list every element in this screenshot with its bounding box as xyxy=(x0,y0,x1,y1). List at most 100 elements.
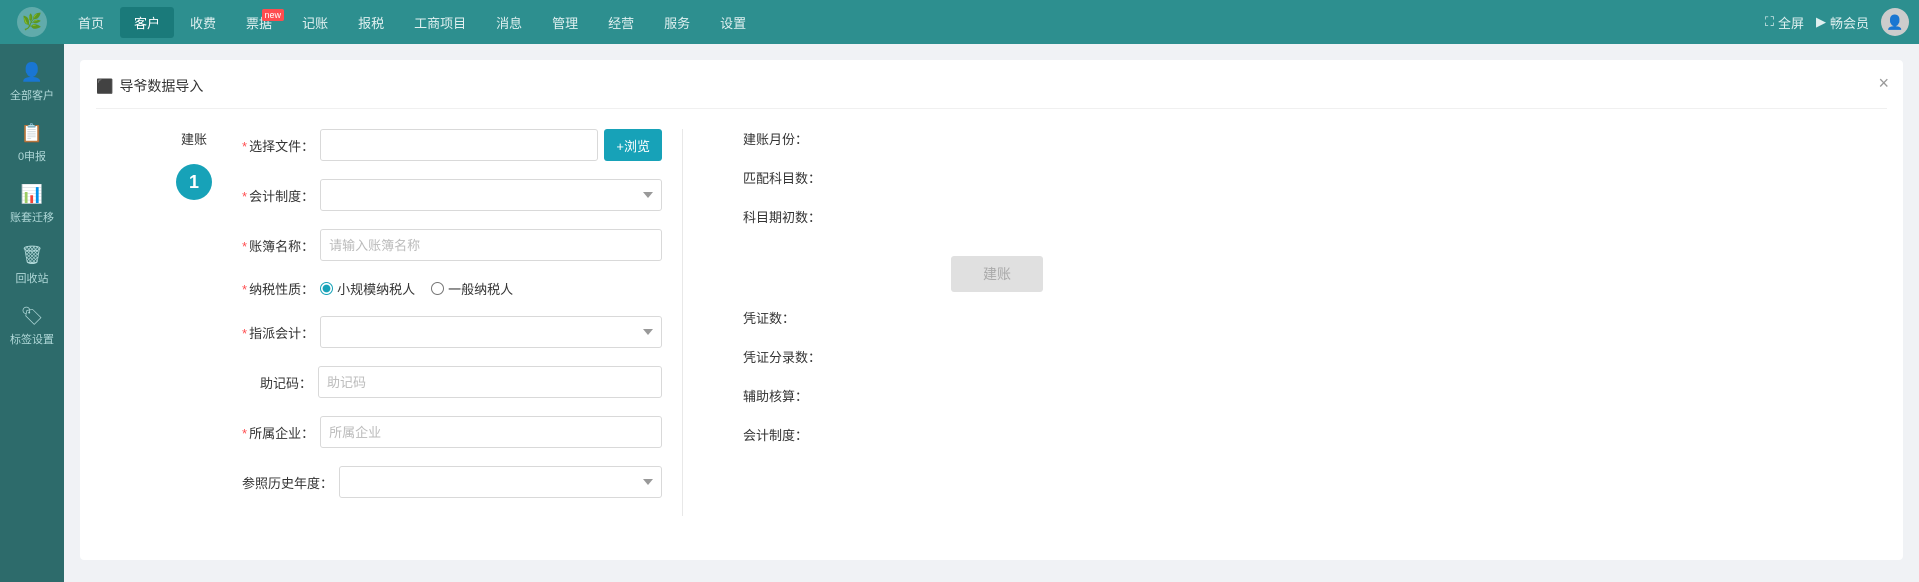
radio-small-input[interactable] xyxy=(320,282,333,295)
memo-code-input[interactable] xyxy=(318,366,662,398)
form-step: 建账 1 xyxy=(96,129,242,516)
match-subjects-label: 匹配科目数： xyxy=(743,168,823,187)
top-nav: 🌿 首页 客户 收费 票据 new 记账 报税 工商项目 消息 管理 经营 服务… xyxy=(0,0,1919,44)
voucher-records-label: 凭证分录数： xyxy=(743,347,823,366)
nav-bookkeeping[interactable]: 记账 xyxy=(288,7,342,38)
fullscreen-button[interactable]: ⛶ 全屏 xyxy=(1765,13,1804,32)
radio-general-taxpayer[interactable]: 一般纳税人 xyxy=(431,279,513,298)
app-logo: 🌿 xyxy=(10,0,54,44)
nav-ticket[interactable]: 票据 new xyxy=(232,7,286,38)
tax-type-radio-group: 小规模纳税人 一般纳税人 xyxy=(320,279,513,298)
aux-calc-row: 辅助核算： xyxy=(743,386,1103,405)
main-layout: 👤 全部客户 📋 0申报 📊 账套迁移 🗑 回收站 🏷 标签设置 ⬛ 导爷数据导… xyxy=(0,44,1919,582)
tax-type-row: *纳税性质： 小规模纳税人 一般纳税人 xyxy=(242,279,662,298)
nav-right: ⛶ 全屏 ▶ 畅会员 👤 xyxy=(1765,8,1909,36)
fullscreen-label: 全屏 xyxy=(1778,13,1804,32)
main-content: ⬛ 导爷数据导入 × 建账 1 *选择文件： xyxy=(64,44,1919,582)
member-button[interactable]: ▶ 畅会员 xyxy=(1816,13,1869,32)
account-system-label: 会计制度： xyxy=(743,425,823,444)
nav-settings[interactable]: 设置 xyxy=(706,7,760,38)
nav-tax[interactable]: 报税 xyxy=(344,7,398,38)
accountant-row: *指派会计： xyxy=(242,316,662,348)
nav-customer[interactable]: 客户 xyxy=(120,7,174,38)
ledger-name-row: *账簿名称： xyxy=(242,229,662,261)
sidebar: 👤 全部客户 📋 0申报 📊 账套迁移 🗑 回收站 🏷 标签设置 xyxy=(0,44,64,582)
match-subjects-row: 匹配科目数： xyxy=(743,168,1103,187)
form-right: 建账月份： 匹配科目数： 科目期初数： 建账 凭证数： 凭证 xyxy=(703,129,1103,516)
company-label: *所属企业： xyxy=(242,423,314,442)
sidebar-label-tags: 标签设置 xyxy=(10,331,54,347)
build-month-label: 建账月份： xyxy=(743,129,823,148)
voucher-count-label: 凭证数： xyxy=(743,308,823,327)
logo-icon: 🌿 xyxy=(17,7,47,37)
sidebar-label-recycle: 回收站 xyxy=(16,270,49,286)
nav-home[interactable]: 首页 xyxy=(64,7,118,38)
accounting-system-row: *会计制度： xyxy=(242,179,662,211)
member-label: 畅会员 xyxy=(1830,13,1869,32)
nav-charge[interactable]: 收费 xyxy=(176,7,230,38)
nav-manage[interactable]: 管理 xyxy=(538,7,592,38)
sidebar-item-declare[interactable]: 📋 0申报 xyxy=(2,115,62,172)
memo-code-row: 助记码： xyxy=(242,366,662,398)
init-balance-row: 科目期初数： xyxy=(743,207,1103,226)
nav-service[interactable]: 服务 xyxy=(650,7,704,38)
voucher-count-row: 凭证数： xyxy=(743,308,1103,327)
ledger-name-label: *账簿名称： xyxy=(242,236,314,255)
panel-title-icon: ⬛ xyxy=(96,78,113,95)
panel-title-text: 导爷数据导入 xyxy=(119,76,203,96)
accountant-label: *指派会计： xyxy=(242,323,314,342)
account-system-row: 会计制度： xyxy=(743,425,1103,444)
fullscreen-icon: ⛶ xyxy=(1765,14,1774,30)
step-label: 建账 xyxy=(181,129,207,148)
sidebar-item-all-clients[interactable]: 👤 全部客户 xyxy=(2,54,62,111)
sidebar-label-declare: 0申报 xyxy=(18,148,46,164)
select-file-row: *选择文件： +浏览 xyxy=(242,129,662,161)
accounting-system-label: *会计制度： xyxy=(242,186,314,205)
browse-button[interactable]: +浏览 xyxy=(604,129,662,161)
new-badge: new xyxy=(262,9,285,22)
sidebar-item-tags[interactable]: 🏷 标签设置 xyxy=(2,298,62,355)
file-text-input[interactable] xyxy=(320,129,598,161)
migrate-icon: 📊 xyxy=(21,184,43,205)
radio-general-label: 一般纳税人 xyxy=(448,279,513,298)
member-icon: ▶ xyxy=(1816,14,1826,30)
form-area: 建账 1 *选择文件： +浏览 xyxy=(96,129,1887,516)
panel-title: ⬛ 导爷数据导入 xyxy=(96,76,1887,109)
select-file-label: *选择文件： xyxy=(242,136,314,155)
nav-business[interactable]: 工商项目 xyxy=(400,7,480,38)
sidebar-item-recycle[interactable]: 🗑 回收站 xyxy=(2,237,62,294)
init-balance-label: 科目期初数： xyxy=(743,207,823,226)
accountant-select[interactable] xyxy=(320,316,662,348)
build-month-row: 建账月份： xyxy=(743,129,1103,148)
declare-icon: 📋 xyxy=(21,123,43,144)
all-clients-icon: 👤 xyxy=(21,62,43,83)
nav-operation[interactable]: 经营 xyxy=(594,7,648,38)
close-button[interactable]: × xyxy=(1878,74,1889,92)
tags-icon: 🏷 xyxy=(21,306,44,327)
nav-items: 首页 客户 收费 票据 new 记账 报税 工商项目 消息 管理 经营 服务 设… xyxy=(64,7,1765,38)
sidebar-item-migrate[interactable]: 📊 账套迁移 xyxy=(2,176,62,233)
nav-message[interactable]: 消息 xyxy=(482,7,536,38)
step-badge: 1 xyxy=(176,164,212,200)
sidebar-label-all-clients: 全部客户 xyxy=(10,87,54,103)
file-input-wrapper: +浏览 xyxy=(320,129,662,161)
radio-small-label: 小规模纳税人 xyxy=(337,279,415,298)
ledger-name-input[interactable] xyxy=(320,229,662,261)
history-year-select[interactable] xyxy=(339,466,662,498)
history-year-label: 参照历史年度： xyxy=(242,473,333,492)
radio-small-taxpayer[interactable]: 小规模纳税人 xyxy=(320,279,415,298)
radio-general-input[interactable] xyxy=(431,282,444,295)
form-center: *选择文件： +浏览 *会计制度： xyxy=(242,129,662,516)
voucher-records-row: 凭证分录数： xyxy=(743,347,1103,366)
accounting-system-select[interactable] xyxy=(320,179,662,211)
company-input[interactable] xyxy=(320,416,662,448)
tax-type-label: *纳税性质： xyxy=(242,279,314,298)
build-button[interactable]: 建账 xyxy=(951,256,1043,292)
memo-code-label: 助记码： xyxy=(242,373,312,392)
sidebar-label-migrate: 账套迁移 xyxy=(10,209,54,225)
vertical-divider xyxy=(682,129,683,516)
aux-calc-label: 辅助核算： xyxy=(743,386,823,405)
avatar[interactable]: 👤 xyxy=(1881,8,1909,36)
recycle-icon: 🗑 xyxy=(21,245,44,266)
history-year-row: 参照历史年度： xyxy=(242,466,662,498)
